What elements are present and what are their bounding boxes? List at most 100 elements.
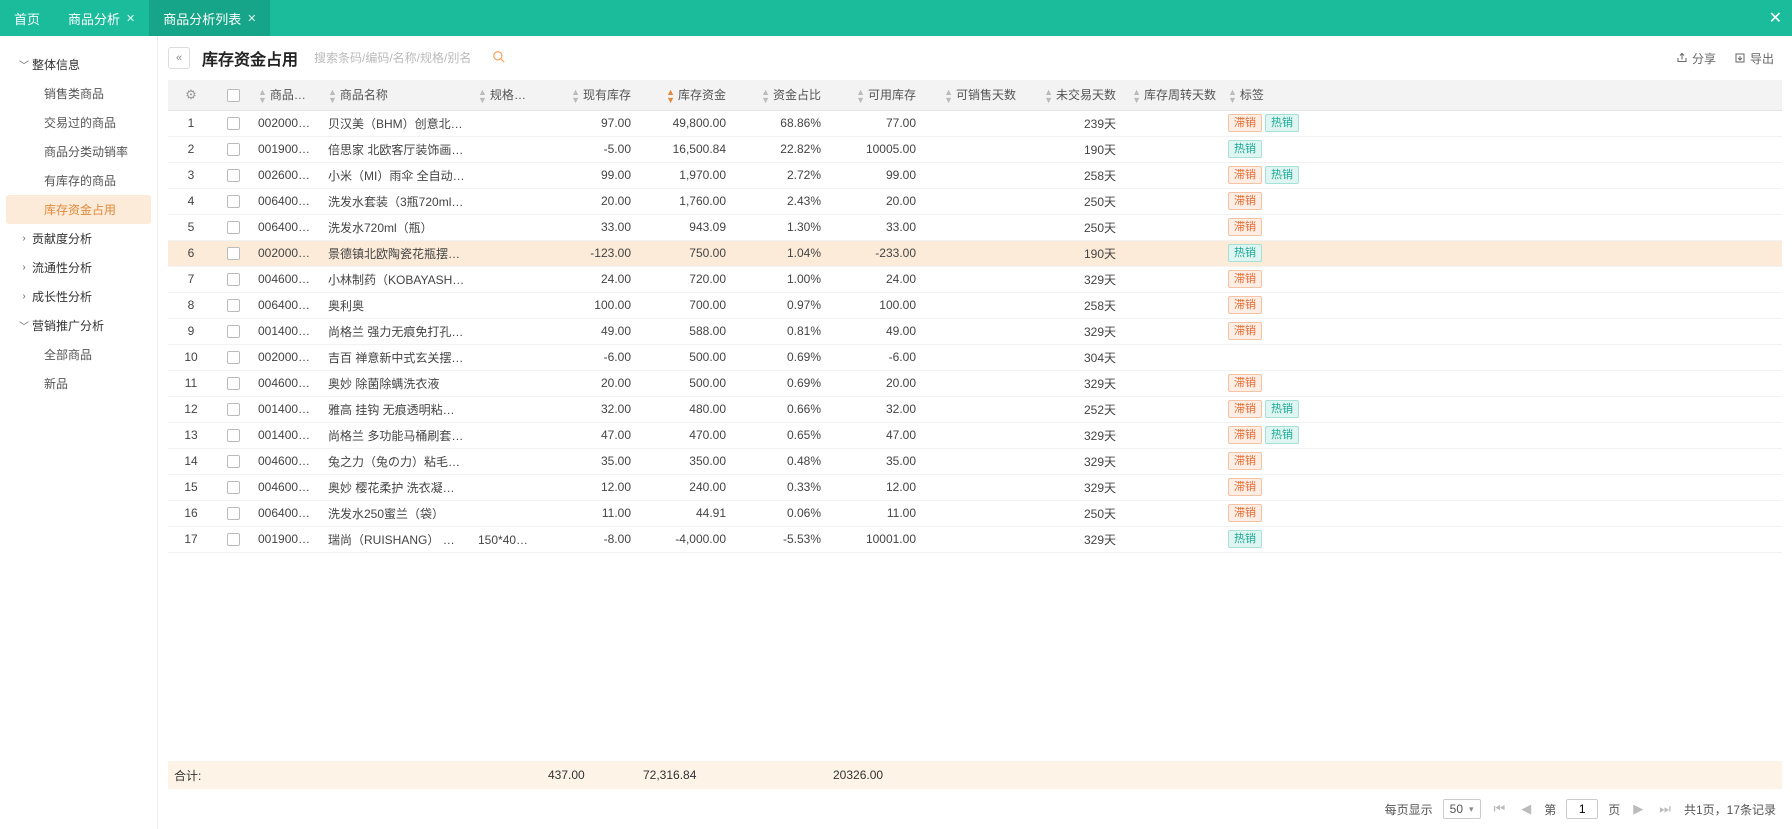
row-checkbox[interactable] (227, 247, 240, 260)
chevron-right-icon: › (18, 262, 30, 273)
share-button[interactable]: 分享 (1676, 50, 1716, 67)
table-row[interactable]: 4006400…洗发水套装（3瓶720ml+1X20.001,760.002.4… (168, 188, 1782, 214)
col-code[interactable]: ▲▼商品… (252, 80, 322, 110)
tree-group[interactable]: ›成长性分析 (0, 282, 157, 311)
row-checkbox[interactable] (227, 403, 240, 416)
table-row[interactable]: 14004600…兔之力（兔の力）粘毛器粘35.00350.000.48%35.… (168, 448, 1782, 474)
col-spec[interactable]: ▲▼规格型号 (472, 80, 542, 110)
chevron-right-icon: › (18, 233, 30, 244)
tag-badge: 滞销 (1228, 296, 1262, 314)
sort-icon: ▲▼ (1044, 88, 1053, 104)
row-checkbox[interactable] (227, 195, 240, 208)
col-turndays[interactable]: ▲▼库存周转天数 (1122, 80, 1222, 110)
table-row[interactable]: 8006400…奥利奥100.00700.000.97%100.00258天滞销 (168, 292, 1782, 318)
tree-item[interactable]: 交易过的商品 (0, 108, 157, 137)
row-checkbox[interactable] (227, 533, 240, 546)
table-row[interactable]: 3002600…小米（MI）雨伞 全自动折叠99.001,970.002.72%… (168, 162, 1782, 188)
tab-首页[interactable]: 首页 (0, 0, 54, 36)
tree-item[interactable]: 有库存的商品 (0, 166, 157, 195)
row-checkbox[interactable] (227, 481, 240, 494)
col-notrade[interactable]: ▲▼未交易天数 (1022, 80, 1122, 110)
table-row[interactable]: 13001400…尚格兰 多功能马桶刷套装 带47.00470.000.65%4… (168, 422, 1782, 448)
pager-prev-button[interactable]: ◀ (1518, 801, 1534, 817)
row-checkbox[interactable] (227, 117, 240, 130)
row-checkbox[interactable] (227, 325, 240, 338)
table-row[interactable]: 2001900…倍思家 北欧客厅装饰画卧室-5.0016,500.8422.82… (168, 136, 1782, 162)
tree-item[interactable]: 库存资金占用 (6, 195, 151, 224)
tree-item[interactable]: 销售类商品 (0, 79, 157, 108)
col-idx[interactable]: ⚙ (168, 80, 214, 110)
col-tags[interactable]: ▲▼标签 (1222, 80, 1782, 110)
pager-last-button[interactable]: ⏭ (1656, 801, 1674, 817)
table-row[interactable]: 15004600…奥妙 樱花柔护 洗衣凝珠 1012.00240.000.33%… (168, 474, 1782, 500)
sort-icon: ▲▼ (571, 88, 580, 104)
tree-item[interactable]: 商品分类动销率 (0, 137, 157, 166)
tree-group[interactable]: ﹀营销推广分析 (0, 311, 157, 340)
table-row[interactable]: 5006400…洗发水720ml（瓶）33.00943.091.30%33.00… (168, 214, 1782, 240)
table-row[interactable]: 10002000…吉百 禅意新中式玄关摆件客-6.00500.000.69%-6… (168, 344, 1782, 370)
tree-item[interactable]: 全部商品 (0, 340, 157, 369)
tag-badge: 滞销 (1228, 270, 1262, 288)
pager: 每页显示 50 ▾ ⏮ ◀ 第 页 ▶ ⏭ 共1页，17条记录 (158, 793, 1792, 829)
tag-badge: 滞销 (1228, 166, 1262, 184)
tree-group[interactable]: ›贡献度分析 (0, 224, 157, 253)
sort-icon: ▲▼ (328, 88, 337, 104)
tag-badge: 热销 (1265, 166, 1299, 184)
sort-icon: ▲▼ (478, 88, 487, 104)
tag-badge: 滞销 (1228, 478, 1262, 496)
tag-badge: 滞销 (1228, 374, 1262, 392)
table-row[interactable]: 17001900…瑞尚（RUISHANG） 卧室XX150*40厘米-8.00-… (168, 526, 1782, 552)
col-pct[interactable]: ▲▼资金占比 (732, 80, 827, 110)
row-checkbox[interactable] (227, 429, 240, 442)
export-button[interactable]: 导出 (1734, 50, 1774, 67)
tag-badge: 滞销 (1228, 218, 1262, 236)
sort-icon: ▲▼ (856, 88, 865, 104)
row-checkbox[interactable] (227, 169, 240, 182)
tag-badge: 热销 (1228, 530, 1262, 548)
row-checkbox[interactable] (227, 273, 240, 286)
pager-next-button[interactable]: ▶ (1630, 801, 1646, 817)
search-input[interactable] (314, 51, 484, 65)
tree-item[interactable]: 新品 (0, 369, 157, 398)
topbar-close-button[interactable]: ✕ (1769, 0, 1782, 36)
search-icon[interactable] (492, 50, 506, 67)
row-checkbox[interactable] (227, 351, 240, 364)
row-checkbox[interactable] (227, 377, 240, 390)
row-checkbox[interactable] (227, 507, 240, 520)
tree-group[interactable]: ﹀整体信息 (0, 50, 157, 79)
pager-page-input[interactable] (1566, 799, 1598, 819)
table-row[interactable]: 1002000…贝汉美（BHM）创意北欧XX97.0049,800.0068.8… (168, 110, 1782, 136)
table-row[interactable]: 12001400…雅高 挂钩 无痕透明粘钩 强32.00480.000.66%3… (168, 396, 1782, 422)
tag-badge: 滞销 (1228, 400, 1262, 418)
tab-商品分析列表[interactable]: 商品分析列表✕ (149, 0, 270, 36)
row-checkbox[interactable] (227, 221, 240, 234)
row-checkbox[interactable] (227, 143, 240, 156)
gear-icon[interactable]: ⚙ (185, 87, 197, 102)
col-fund[interactable]: ▲▼库存资金 (637, 80, 732, 110)
table-row[interactable]: 6002000…景德镇北欧陶瓷花瓶摆件 创-123.00750.001.04%-… (168, 240, 1782, 266)
table-row[interactable]: 16006400…洗发水250蜜兰（袋）11.0044.910.06%11.00… (168, 500, 1782, 526)
collapse-sidebar-button[interactable]: « (168, 47, 190, 69)
col-name[interactable]: ▲▼商品名称 (322, 80, 472, 110)
table-row[interactable]: 11004600…奥妙 除菌除螨洗衣液20.00500.000.69%20.00… (168, 370, 1782, 396)
tag-badge: 热销 (1228, 140, 1262, 158)
top-tab-bar: 首页商品分析✕商品分析列表✕✕ (0, 0, 1792, 36)
sort-icon: ▲▼ (761, 88, 770, 104)
checkbox-all[interactable] (227, 89, 240, 102)
table-row[interactable]: 7004600…小林制药（KOBAYASHI）日24.00720.001.00%… (168, 266, 1782, 292)
col-chk[interactable] (214, 80, 252, 110)
pager-first-button[interactable]: ⏮ (1491, 801, 1509, 817)
tab-商品分析[interactable]: 商品分析✕ (54, 0, 149, 36)
row-checkbox[interactable] (227, 299, 240, 312)
col-saledays[interactable]: ▲▼可销售天数 (922, 80, 1022, 110)
close-icon[interactable]: ✕ (247, 12, 256, 25)
row-checkbox[interactable] (227, 455, 240, 468)
close-icon[interactable]: ✕ (126, 12, 135, 25)
col-stock[interactable]: ▲▼现有库存 (542, 80, 637, 110)
col-avail[interactable]: ▲▼可用库存 (827, 80, 922, 110)
sort-icon: ▲▼ (1132, 88, 1141, 104)
tag-badge: 滞销 (1228, 114, 1262, 132)
tree-group[interactable]: ›流通性分析 (0, 253, 157, 282)
table-row[interactable]: 9001400…尚格兰 强力无痕免打孔浴室49.00588.000.81%49.… (168, 318, 1782, 344)
perpage-select[interactable]: 50 ▾ (1443, 799, 1481, 819)
